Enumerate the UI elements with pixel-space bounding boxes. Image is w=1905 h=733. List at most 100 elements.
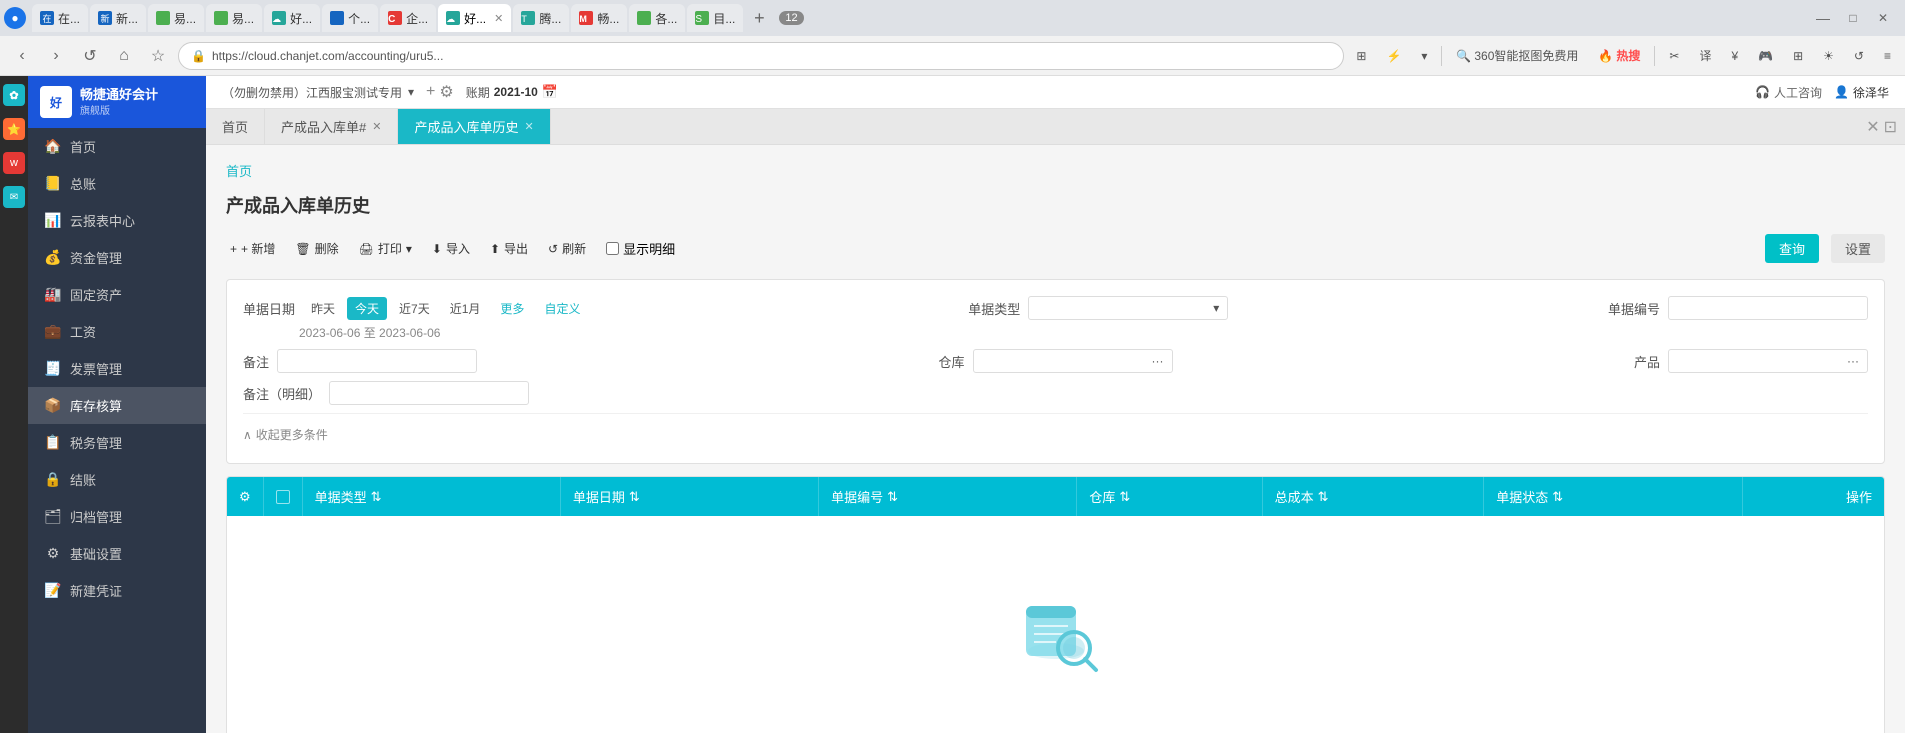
export-button[interactable]: ⬆ 导出: [486, 238, 532, 259]
browser-tab-8[interactable]: ☁ 好... ✕: [438, 4, 511, 32]
forward-button[interactable]: ›: [42, 42, 70, 70]
sort-date[interactable]: 单据日期 ⇅: [573, 487, 640, 506]
browser-tab-12[interactable]: S 目...: [687, 4, 743, 32]
sidebar-item-funds[interactable]: 💰 资金管理: [28, 239, 206, 276]
browser-tab-7[interactable]: C 企...: [380, 4, 436, 32]
sidebar-item-new-voucher[interactable]: 📝 新建凭证: [28, 572, 206, 609]
brightness-button[interactable]: ☀: [1817, 42, 1840, 70]
th-settings[interactable]: ⚙: [227, 477, 263, 516]
user-profile[interactable]: 👤 徐泽华: [1834, 84, 1889, 101]
number-input[interactable]: [1668, 296, 1868, 320]
browser-settings-button[interactable]: ≡: [1878, 42, 1897, 70]
browser-tab-4[interactable]: 易...: [206, 4, 262, 32]
sidebar-item-basic[interactable]: ⚙ 基础设置: [28, 535, 206, 572]
sidebar-item-archive[interactable]: 🗂 归档管理: [28, 498, 206, 535]
app-icon-4[interactable]: ✉: [3, 186, 25, 208]
user-service-button[interactable]: 🎧 人工咨询: [1755, 84, 1822, 101]
date-more[interactable]: 更多: [492, 297, 532, 320]
print-button[interactable]: 🖨 打印 ▾: [355, 238, 416, 259]
page-tab-home[interactable]: 首页: [206, 109, 265, 144]
sort-warehouse[interactable]: 仓库 ⇅: [1089, 487, 1130, 506]
browser-tab-2[interactable]: 新 新...: [90, 4, 146, 32]
home-button[interactable]: ⌂: [110, 42, 138, 70]
header-checkbox[interactable]: [276, 490, 290, 504]
new-tab-button[interactable]: +: [745, 4, 773, 32]
page-tab-list[interactable]: 产成品入库单# ✕: [265, 109, 398, 144]
date-yesterday[interactable]: 昨天: [303, 297, 343, 320]
page-tab-list-close[interactable]: ✕: [372, 120, 381, 133]
delete-button[interactable]: 🗑 删除: [291, 238, 342, 259]
app-icon-3[interactable]: w: [3, 152, 25, 174]
yuan-button[interactable]: ¥: [1725, 42, 1744, 70]
sidebar-item-salary[interactable]: 💼 工资: [28, 313, 206, 350]
sidebar-item-inventory[interactable]: 📦 库存核算: [28, 387, 206, 424]
display-option[interactable]: 显示明细: [606, 239, 675, 258]
scissors-button[interactable]: ✂: [1663, 42, 1685, 70]
browser-tab-9[interactable]: T 腾...: [513, 4, 569, 32]
sidebar-item-fixed-assets[interactable]: 🏭 固定资产: [28, 276, 206, 313]
date-today[interactable]: 今天: [347, 297, 387, 320]
lightning-icon-button[interactable]: ⚡: [1380, 42, 1407, 70]
th-warehouse[interactable]: 仓库 ⇅: [1077, 477, 1262, 516]
breadcrumb-home[interactable]: 首页: [226, 161, 252, 180]
date-7days[interactable]: 近7天: [391, 297, 438, 320]
browser-tab-5[interactable]: ☁ 好...: [264, 4, 320, 32]
th-type[interactable]: 单据类型 ⇅: [302, 477, 560, 516]
app-icon-1[interactable]: ✿: [3, 84, 25, 106]
browser-tab-11[interactable]: 各...: [629, 4, 685, 32]
detail-note-input[interactable]: [329, 381, 529, 405]
sidebar-item-home[interactable]: 🏠 首页: [28, 128, 206, 165]
refresh-button-action[interactable]: ↺ 刷新: [544, 238, 590, 259]
sidebar-item-tax[interactable]: 📋 税务管理: [28, 424, 206, 461]
type-select[interactable]: ▾: [1028, 296, 1228, 320]
page-tab-history[interactable]: 产成品入库单历史 ✕: [398, 109, 550, 144]
add-button[interactable]: +: [426, 83, 435, 101]
translate-button[interactable]: 译: [1693, 42, 1717, 70]
browser-tab-1[interactable]: 在 在...: [32, 4, 88, 32]
content-close-button[interactable]: ✕: [1866, 117, 1879, 137]
display-checkbox[interactable]: [606, 242, 619, 255]
th-number[interactable]: 单据编号 ⇅: [819, 477, 1077, 516]
window-close-button[interactable]: ✕: [1869, 7, 1897, 29]
new-button[interactable]: + + 新增: [226, 238, 279, 259]
settings-button-action[interactable]: 设置: [1831, 234, 1885, 263]
import-button[interactable]: ⬇ 导入: [428, 238, 474, 259]
settings-icon-top[interactable]: ⚙: [439, 82, 453, 102]
calendar-icon[interactable]: 📅: [542, 84, 558, 100]
sort-cost[interactable]: 总成本 ⇅: [1275, 487, 1329, 506]
note-input[interactable]: [277, 349, 477, 373]
date-1month[interactable]: 近1月: [442, 297, 489, 320]
query-button[interactable]: 查询: [1765, 234, 1819, 263]
sidebar-item-closing[interactable]: 🔒 结账: [28, 461, 206, 498]
product-select[interactable]: ···: [1668, 349, 1868, 373]
dropdown-button[interactable]: ▾: [1415, 42, 1433, 70]
content-expand-button[interactable]: ⊡: [1884, 117, 1897, 137]
date-custom[interactable]: 自定义: [536, 297, 588, 320]
window-minimize-button[interactable]: —: [1809, 7, 1837, 29]
search-bar-icon[interactable]: 🔍 360智能抠图免费用: [1450, 42, 1584, 70]
refresh-button[interactable]: ↺: [76, 42, 104, 70]
app-icon-2[interactable]: ⭐: [3, 118, 25, 140]
sidebar-item-ledger[interactable]: 📒 总账: [28, 165, 206, 202]
sort-type[interactable]: 单据类型 ⇅: [315, 487, 382, 506]
browser-tab-10[interactable]: M 畅...: [571, 4, 627, 32]
th-date[interactable]: 单据日期 ⇅: [560, 477, 818, 516]
sort-number[interactable]: 单据编号 ⇅: [831, 487, 898, 506]
page-tab-history-close[interactable]: ✕: [524, 120, 533, 133]
tab-close-8[interactable]: ✕: [494, 12, 503, 25]
company-selector[interactable]: （勿删勿禁用）江西服宝测试专用 ▾: [222, 84, 414, 101]
layout-button[interactable]: ⊞: [1787, 42, 1809, 70]
gamepad-button[interactable]: 🎮: [1752, 42, 1779, 70]
undo-button[interactable]: ↺: [1848, 42, 1870, 70]
warehouse-select[interactable]: ···: [973, 349, 1173, 373]
grid-icon-button[interactable]: ⊞: [1350, 42, 1372, 70]
sidebar-item-reports[interactable]: 📊 云报表中心: [28, 202, 206, 239]
hot-search-button[interactable]: 🔥 热搜: [1592, 42, 1646, 70]
url-bar[interactable]: 🔒 https://cloud.chanjet.com/accounting/u…: [178, 42, 1344, 70]
sidebar-item-invoice[interactable]: 🧾 发票管理: [28, 350, 206, 387]
sort-status[interactable]: 单据状态 ⇅: [1496, 487, 1563, 506]
window-maximize-button[interactable]: □: [1839, 7, 1867, 29]
back-button[interactable]: ‹: [8, 42, 36, 70]
browser-tab-6[interactable]: 个...: [322, 4, 378, 32]
bookmark-button[interactable]: ☆: [144, 42, 172, 70]
